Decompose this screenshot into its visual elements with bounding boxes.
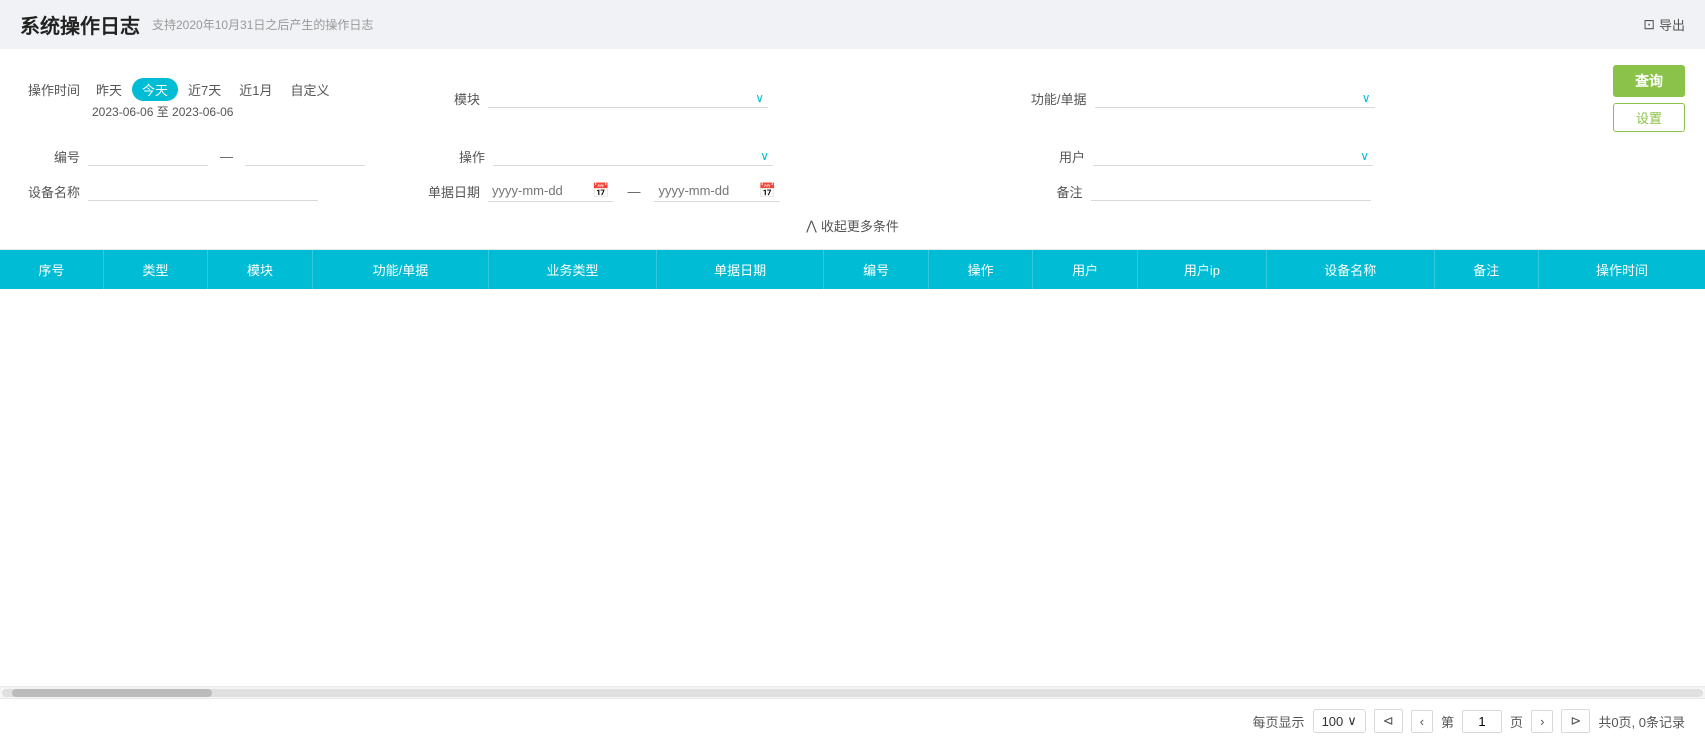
collapse-row: ⋀ 收起更多条件 — [20, 216, 1685, 239]
prev-page-button[interactable]: ‹ — [1411, 710, 1433, 733]
time-btn-7days[interactable]: 近7天 — [180, 78, 229, 101]
date-range: 📅 — 📅 — [488, 180, 780, 202]
export-icon: ⊡ — [1643, 16, 1655, 33]
id-range: — — [88, 146, 365, 166]
date-input-end[interactable] — [658, 183, 758, 198]
col-function: 功能/单据 — [312, 250, 488, 289]
horizontal-scrollbar[interactable] — [0, 686, 1705, 698]
col-device: 设备名称 — [1266, 250, 1434, 289]
next-page-button[interactable]: › — [1531, 710, 1553, 733]
module-filter-col: 模块 ∨ — [420, 89, 1007, 108]
col-date: 单据日期 — [656, 250, 824, 289]
operation-label: 操作 — [425, 147, 485, 166]
date-filter-col: 单据日期 📅 — 📅 — [420, 180, 1003, 202]
device-label: 设备名称 — [20, 182, 80, 201]
user-select[interactable]: ∨ — [1093, 147, 1373, 166]
col-biz-type: 业务类型 — [489, 250, 657, 289]
time-btn-today[interactable]: 今天 — [132, 78, 178, 101]
operation-chevron-icon: ∨ — [760, 149, 769, 163]
col-sequence: 序号 — [0, 250, 103, 289]
date-dash: — — [627, 184, 640, 199]
calendar-start-icon[interactable]: 📅 — [592, 182, 609, 199]
filter-area: 操作时间 昨天 今天 近7天 近1月 自定义 2023-06-06 至 2023… — [0, 49, 1705, 250]
function-label: 功能/单据 — [1007, 89, 1087, 108]
date-input-end-wrap: 📅 — [654, 180, 779, 202]
time-range-display: 2023-06-06 至 2023-06-06 — [92, 105, 233, 119]
id-label: 编号 — [20, 147, 80, 166]
per-page-chevron-icon: ∨ — [1347, 713, 1357, 729]
filter-row-3: 设备名称 单据日期 📅 — 📅 — [20, 180, 1685, 202]
time-btn-custom[interactable]: 自定义 — [283, 78, 338, 101]
time-btn-yesterday[interactable]: 昨天 — [88, 78, 130, 101]
user-filter-col: 用户 ∨ — [1005, 147, 1585, 166]
device-filter-col: 设备名称 — [20, 181, 360, 201]
col-operation: 操作 — [928, 250, 1032, 289]
collapse-up-icon: ⋀ — [806, 218, 817, 234]
scrollbar-thumb[interactable] — [12, 689, 212, 697]
page-title: 系统操作日志 — [20, 10, 140, 39]
per-page-select[interactable]: 100 ∨ — [1313, 709, 1366, 733]
per-page-value: 100 — [1322, 714, 1344, 729]
remark-filter-col: 备注 — [1003, 181, 1586, 201]
time-filter-group: 昨天 今天 近7天 近1月 自定义 — [88, 78, 338, 101]
time-label: 操作时间 — [20, 80, 80, 99]
date-input-start-wrap: 📅 — [488, 180, 613, 202]
last-page-button[interactable]: ⊳ — [1561, 709, 1590, 733]
device-input[interactable] — [88, 181, 318, 201]
filter-row-1: 操作时间 昨天 今天 近7天 近1月 自定义 2023-06-06 至 2023… — [20, 65, 1685, 132]
date-input-start[interactable] — [492, 183, 592, 198]
module-chevron-icon: ∨ — [755, 91, 764, 105]
col-op-time: 操作时间 — [1539, 250, 1705, 289]
page-label: 第 — [1441, 712, 1454, 731]
page-input[interactable] — [1462, 710, 1502, 733]
operation-filter-col: 操作 ∨ — [425, 147, 1005, 166]
collapse-button[interactable]: ⋀ 收起更多条件 — [806, 216, 899, 235]
pagination: 每页显示 100 ∨ ⊲ ‹ 第 页 › ⊳ 共0页, 0条记录 — [0, 698, 1705, 743]
table-header-row: 序号 类型 模块 功能/单据 业务类型 单据日期 编号 操作 用户 用户ip 设… — [0, 250, 1705, 289]
time-btn-1month[interactable]: 近1月 — [231, 78, 280, 101]
table-wrapper: 序号 类型 模块 功能/单据 业务类型 单据日期 编号 操作 用户 用户ip 设… — [0, 250, 1705, 686]
scrollbar-track[interactable] — [2, 689, 1703, 697]
remark-input[interactable] — [1091, 181, 1371, 201]
module-label: 模块 — [420, 89, 480, 108]
remark-label: 备注 — [1003, 182, 1083, 201]
id-input-start[interactable] — [88, 146, 208, 166]
module-select[interactable]: ∨ — [488, 89, 768, 108]
operation-select[interactable]: ∨ — [493, 147, 773, 166]
settings-button[interactable]: 设置 — [1613, 103, 1685, 132]
col-module: 模块 — [208, 250, 312, 289]
query-button[interactable]: 查询 — [1613, 65, 1685, 97]
export-label: 导出 — [1659, 15, 1685, 34]
user-label: 用户 — [1005, 147, 1085, 166]
table-header: 序号 类型 模块 功能/单据 业务类型 单据日期 编号 操作 用户 用户ip 设… — [0, 250, 1705, 289]
id-input-end[interactable] — [245, 146, 365, 166]
per-page-label: 每页显示 — [1253, 712, 1305, 731]
action-buttons: 查询 设置 — [1613, 65, 1685, 132]
export-button[interactable]: ⊡ 导出 — [1643, 15, 1685, 34]
col-user-ip: 用户ip — [1137, 250, 1266, 289]
empty-area — [0, 289, 1705, 669]
function-filter-col: 功能/单据 ∨ — [1007, 89, 1594, 108]
total-info: 共0页, 0条记录 — [1598, 712, 1685, 731]
page-subtitle: 支持2020年10月31日之后产生的操作日志 — [152, 16, 373, 33]
collapse-label: 收起更多条件 — [821, 216, 899, 235]
id-filter-col: 编号 — — [20, 146, 365, 166]
user-chevron-icon: ∨ — [1360, 149, 1369, 163]
col-remark: 备注 — [1434, 250, 1538, 289]
first-page-button[interactable]: ⊲ — [1374, 709, 1403, 733]
function-chevron-icon: ∨ — [1362, 91, 1371, 105]
time-filter-col: 操作时间 昨天 今天 近7天 近1月 自定义 2023-06-06 至 2023… — [20, 78, 360, 120]
date-label: 单据日期 — [420, 182, 480, 201]
id-dash: — — [220, 149, 233, 164]
function-select[interactable]: ∨ — [1095, 89, 1375, 108]
col-id: 编号 — [824, 250, 928, 289]
calendar-end-icon[interactable]: 📅 — [758, 182, 775, 199]
page-unit: 页 — [1510, 712, 1523, 731]
filter-row-2: 编号 — 操作 ∨ 用户 ∨ — [20, 146, 1685, 166]
col-type: 类型 — [103, 250, 207, 289]
page-header: 系统操作日志 支持2020年10月31日之后产生的操作日志 ⊡ 导出 — [0, 0, 1705, 49]
col-user: 用户 — [1033, 250, 1137, 289]
data-table: 序号 类型 模块 功能/单据 业务类型 单据日期 编号 操作 用户 用户ip 设… — [0, 250, 1705, 289]
